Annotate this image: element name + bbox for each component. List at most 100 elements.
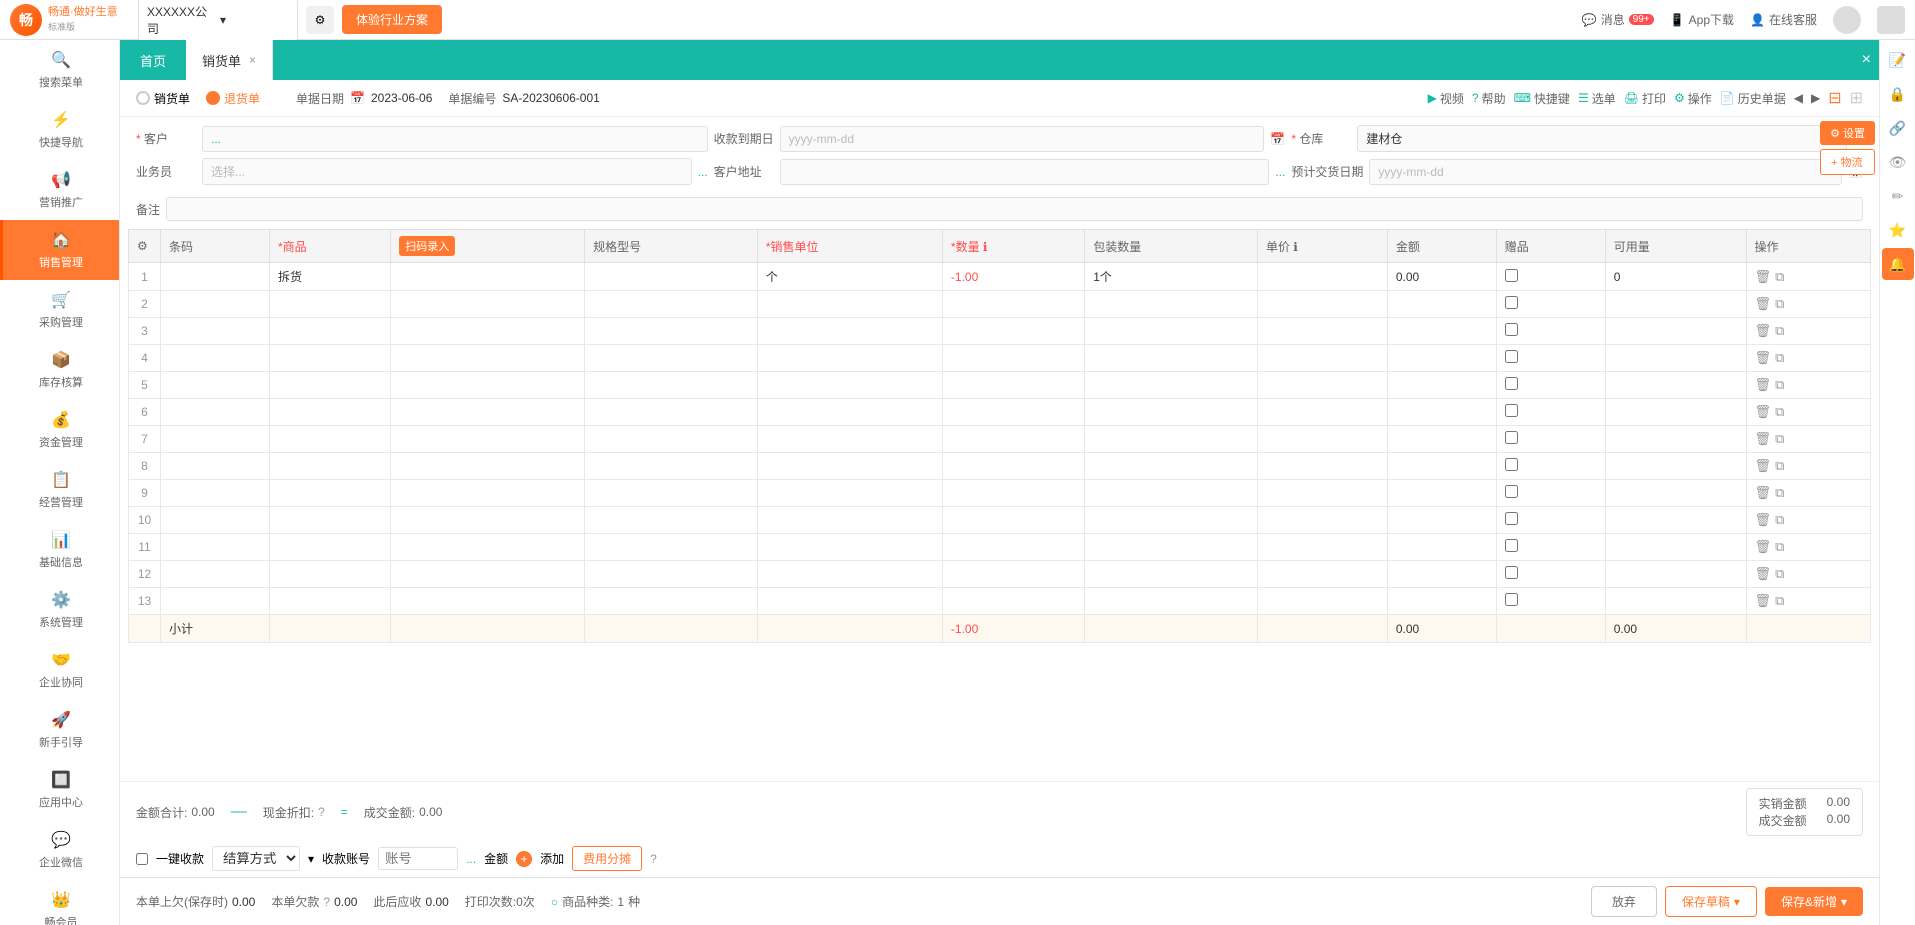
del-icon[interactable]: 🗑 — [1755, 512, 1772, 528]
right-sidebar-star-icon[interactable]: ⭐ — [1882, 214, 1914, 246]
sidebar-item-purchase[interactable]: 🛒 采购管理 — [0, 280, 119, 340]
sidebar-item-wechat[interactable]: 💬 企业微信 — [0, 820, 119, 880]
tab-sales-order[interactable]: 销货单 × — [186, 40, 273, 80]
sidebar-item-base[interactable]: 📊 基础信息 — [0, 520, 119, 580]
sidebar-item-system[interactable]: ⚙️ 系统管理 — [0, 580, 119, 640]
avatar[interactable] — [1833, 6, 1861, 34]
right-sidebar-pencil-icon[interactable]: ✏ — [1882, 180, 1914, 212]
sidebar-item-enterprise[interactable]: 🤝 企业协同 — [0, 640, 119, 700]
payment-date-calendar-icon[interactable]: 📅 — [1270, 132, 1285, 146]
history-btn[interactable]: 📄 历史单据 — [1720, 90, 1786, 107]
th-scan[interactable]: 扫码录入 — [391, 230, 585, 263]
video-btn[interactable]: ▶ 视频 — [1428, 90, 1464, 107]
row-spec2-1[interactable] — [585, 263, 758, 291]
one-click-payment-checkbox[interactable] — [136, 853, 148, 865]
settings-icon[interactable]: ⚙ — [306, 6, 334, 34]
row-copy-icon-1[interactable]: ⧉ — [1775, 269, 1784, 285]
payment-date-input[interactable]: yyyy-mm-dd — [780, 126, 1265, 152]
right-sidebar-edit-icon[interactable]: 📝 — [1882, 44, 1914, 76]
del-icon[interactable]: 🗑 — [1755, 377, 1772, 393]
sidebar-item-guide[interactable]: 🚀 新手引导 — [0, 700, 119, 760]
gift-cb[interactable] — [1505, 323, 1518, 336]
account-dots[interactable]: ... — [466, 852, 476, 866]
experience-btn[interactable]: 体验行业方案 — [342, 5, 442, 34]
sidebar-item-inventory[interactable]: 📦 库存核算 — [0, 340, 119, 400]
del-icon[interactable]: 🗑 — [1755, 566, 1772, 582]
sidebar-item-finance[interactable]: 💰 资金管理 — [0, 400, 119, 460]
del-icon[interactable]: 🗑 — [1755, 350, 1772, 366]
copy-icon[interactable]: ⧉ — [1775, 593, 1784, 609]
sidebar-item-member[interactable]: 👑 畅会员 — [0, 880, 119, 925]
gift-cb[interactable] — [1505, 350, 1518, 363]
row-gift-1[interactable] — [1496, 263, 1605, 291]
nav-prev-icon[interactable]: ◀ — [1794, 91, 1803, 105]
sidebar-item-sales[interactable]: 🏠 销售管理 — [0, 220, 119, 280]
operate-btn[interactable]: ⚙ 操作 — [1674, 90, 1712, 107]
help-btn[interactable]: ? 帮助 — [1472, 90, 1506, 107]
customer-addr-dots[interactable]: ... — [1275, 165, 1285, 179]
del-icon[interactable]: 🗑 — [1755, 458, 1772, 474]
salesperson-input[interactable]: 选择... — [202, 158, 692, 185]
settings-button[interactable]: ⚙ 设置 — [1820, 121, 1875, 145]
del-icon[interactable]: 🗑 — [1755, 404, 1772, 420]
gift-cb[interactable] — [1505, 458, 1518, 471]
del-icon[interactable]: 🗑 — [1755, 485, 1772, 501]
copy-icon[interactable]: ⧉ — [1775, 296, 1784, 312]
gift-cb[interactable] — [1505, 512, 1518, 525]
company-selector[interactable]: XXXXXX公司 ▾ — [138, 0, 298, 42]
logistics-button[interactable]: + 物流 — [1820, 149, 1875, 175]
expense-btn[interactable]: 费用分摊 — [572, 846, 642, 871]
copy-icon[interactable]: ⧉ — [1775, 458, 1784, 474]
salesperson-dots[interactable]: ... — [698, 165, 708, 179]
close-all-icon[interactable]: × — [1862, 51, 1871, 68]
row-amount-1[interactable]: 0.00 — [1387, 263, 1496, 291]
row-unit-1[interactable]: 个 — [757, 263, 942, 291]
customer-addr-input[interactable] — [780, 159, 1270, 185]
radio-return[interactable]: 退货单 — [206, 90, 260, 107]
gift-cb[interactable] — [1505, 485, 1518, 498]
th-settings[interactable]: ⚙ — [129, 230, 161, 263]
del-icon[interactable]: 🗑 — [1755, 296, 1772, 312]
avatar-extra[interactable] — [1877, 6, 1905, 34]
select-btn[interactable]: ☰ 选单 — [1578, 90, 1616, 107]
copy-icon[interactable]: ⧉ — [1775, 431, 1784, 447]
del-icon[interactable]: 🗑 — [1755, 323, 1772, 339]
right-sidebar-bell-icon[interactable]: 🔔 — [1882, 248, 1914, 280]
row-barcode-1[interactable] — [161, 263, 270, 291]
sidebar-item-marketing[interactable]: 📢 营销推广 — [0, 160, 119, 220]
notes-input[interactable] — [166, 197, 1863, 221]
del-icon[interactable]: 🗑 — [1755, 431, 1772, 447]
scan-btn[interactable]: 扫码录入 — [399, 236, 455, 256]
copy-icon[interactable]: ⧉ — [1775, 350, 1784, 366]
sidebar-item-business[interactable]: 📋 经营管理 — [0, 460, 119, 520]
gift-cb[interactable] — [1505, 296, 1518, 309]
sidebar-item-appcenter[interactable]: 🔲 应用中心 — [0, 760, 119, 820]
row-product-1[interactable]: 拆货 — [269, 263, 390, 291]
right-sidebar-eye-icon[interactable]: 👁 — [1882, 146, 1914, 178]
copy-icon[interactable]: ⧉ — [1775, 485, 1784, 501]
sidebar-item-quick-nav[interactable]: ⚡ 快捷导航 — [0, 100, 119, 160]
del-icon[interactable]: 🗑 — [1755, 539, 1772, 555]
gift-cb[interactable] — [1505, 539, 1518, 552]
copy-icon[interactable]: ⧉ — [1775, 323, 1784, 339]
row-pkg-1[interactable]: 1个 — [1085, 263, 1258, 291]
tab-close-icon[interactable]: × — [249, 53, 256, 67]
row-price-1[interactable] — [1257, 263, 1387, 291]
copy-icon[interactable]: ⧉ — [1775, 377, 1784, 393]
row-qty-1[interactable]: -1.00 — [942, 263, 1084, 291]
view-list-icon[interactable]: ⊞ — [1850, 88, 1863, 108]
tab-home[interactable]: 首页 — [120, 40, 186, 80]
account-input[interactable] — [378, 847, 458, 870]
print-btn[interactable]: 🖨 打印 — [1624, 90, 1666, 107]
expected-date-input[interactable]: yyyy-mm-dd — [1369, 159, 1842, 185]
right-sidebar-lock-icon[interactable]: 🔒 — [1882, 78, 1914, 110]
view-grid-icon[interactable]: ⊟ — [1828, 88, 1841, 108]
warehouse-input[interactable]: 建材仓 — [1357, 125, 1847, 152]
right-sidebar-link-icon[interactable]: 🔗 — [1882, 112, 1914, 144]
online-support-btn[interactable]: 👤 在线客服 — [1750, 11, 1817, 28]
save-draft-button[interactable]: 保存草稿 ▾ — [1665, 886, 1757, 917]
row-spec-1[interactable] — [391, 263, 585, 291]
app-download-btn[interactable]: 📱 App下载 — [1670, 11, 1734, 28]
gift-cb[interactable] — [1505, 566, 1518, 579]
copy-icon[interactable]: ⧉ — [1775, 512, 1784, 528]
